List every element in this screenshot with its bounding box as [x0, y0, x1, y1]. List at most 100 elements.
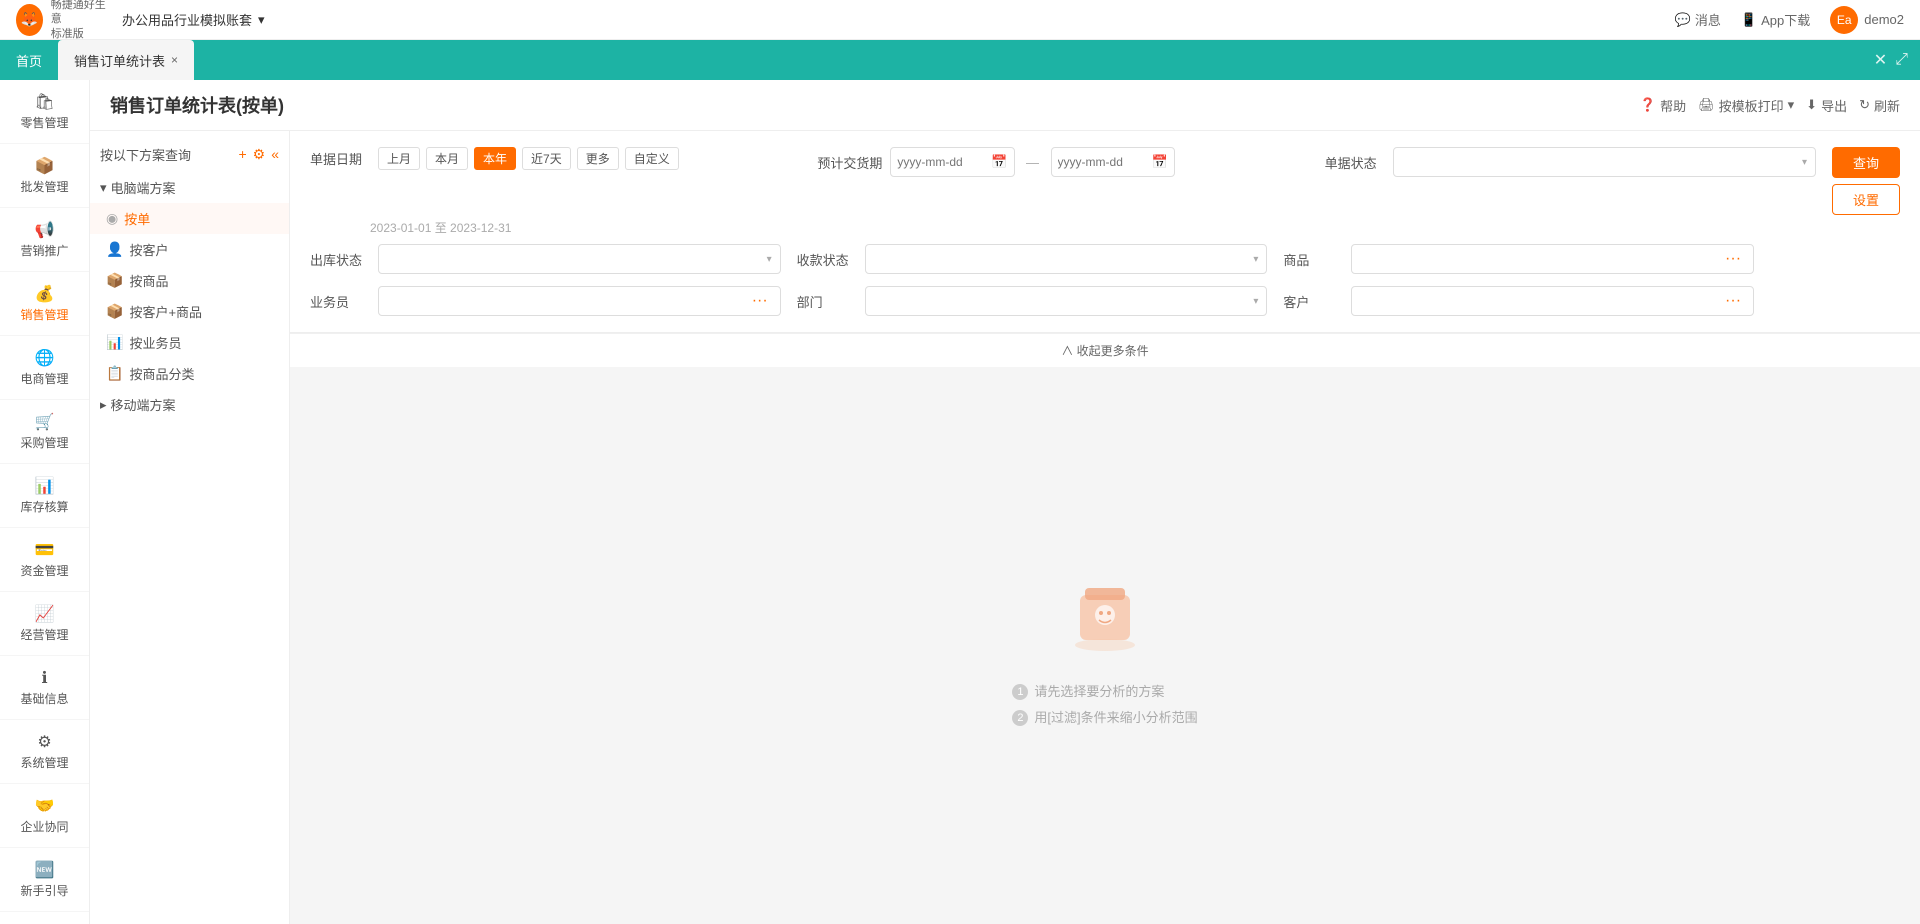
collapse-bar[interactable]: ∧ 收起更多条件 [290, 333, 1920, 367]
product-label: 商品 [1283, 250, 1343, 269]
logo-icon: 🦊 [16, 4, 43, 36]
search-button[interactable]: 查询 [1832, 147, 1900, 178]
mobile-scheme-group[interactable]: ▸ 移动端方案 [90, 389, 289, 420]
retail-icon: 🛍 [8, 92, 81, 112]
desktop-scheme-group[interactable]: ▾ 电脑端方案 [90, 172, 289, 203]
sidebar-item-enterprise[interactable]: 🤝 企业协同 [0, 784, 89, 848]
help-icon: ❓ [1640, 97, 1656, 113]
template-print-button[interactable]: 🖨 按模板打印 ▾ [1698, 96, 1794, 115]
date-range-hint: 2023-01-01 至 2023-12-31 [370, 221, 511, 235]
settings-scheme-button[interactable]: ⚙ [253, 146, 266, 163]
this-year-btn[interactable]: 本年 [474, 147, 516, 170]
left-panel-header: 按以下方案查询 + ⚙ « [90, 141, 289, 172]
sidebar-item-purchase[interactable]: 🛒 采购管理 [0, 400, 89, 464]
scheme-customer-icon: 👤 [106, 241, 123, 258]
right-panel: 单据日期 上月 本月 本年 近7天 更多 自定义 预计交货期 [290, 131, 1920, 924]
scheme-category-label: 按商品分类 [129, 364, 194, 383]
operations-icon: 📈 [8, 604, 81, 624]
refresh-button[interactable]: ↻ 刷新 [1859, 96, 1900, 115]
sidebar-item-retail[interactable]: 🛍 零售管理 [0, 80, 89, 144]
window-close-button[interactable]: ✕ [1874, 50, 1887, 70]
main-layout: 🛍 零售管理 📦 批发管理 📢 营销推广 💰 销售管理 🌐 电商管理 🛒 采购管… [0, 80, 1920, 924]
salesperson-label: 业务员 [310, 292, 370, 311]
sidebar-item-finance[interactable]: 💳 资金管理 [0, 528, 89, 592]
expected-date-end-input[interactable]: 📅 [1051, 147, 1175, 177]
scheme-category-icon: 📋 [106, 365, 123, 382]
marketing-icon: 📢 [8, 220, 81, 240]
settings-button[interactable]: 设置 [1832, 184, 1900, 215]
desktop-group-label: 电脑端方案 [111, 178, 176, 197]
sidebar-item-wholesale[interactable]: 📦 批发管理 [0, 144, 89, 208]
tab-close-icon[interactable]: × [171, 53, 178, 67]
sidebar-item-guide[interactable]: 🆕 新手引导 [0, 848, 89, 912]
window-maximize-button[interactable]: ⤢ [1895, 51, 1908, 69]
sidebar-item-apps[interactable]: 📱 应用中心 [0, 912, 89, 924]
purchase-icon: 🛒 [8, 412, 81, 432]
status-select[interactable]: ▾ [1393, 147, 1816, 177]
scheme-by-customer-product[interactable]: 📦 按客户+商品 [90, 296, 289, 327]
action-buttons: 查询 设置 [1832, 147, 1900, 215]
collapse-panel-button[interactable]: « [271, 146, 279, 163]
expected-date-label: 预计交货期 [817, 153, 882, 172]
tab-home[interactable]: 首页 [0, 40, 58, 80]
sidebar-item-inventory[interactable]: 📊 库存核算 [0, 464, 89, 528]
this-month-btn[interactable]: 本月 [426, 147, 468, 170]
export-button[interactable]: ⬇ 导出 [1806, 96, 1847, 115]
date-divider: — [1023, 155, 1043, 170]
sidebar-item-marketing[interactable]: 📢 营销推广 [0, 208, 89, 272]
app-download-button[interactable]: 📱 App下载 [1741, 10, 1810, 29]
sidebar: 🛍 零售管理 📦 批发管理 📢 营销推广 💰 销售管理 🌐 电商管理 🛒 采购管… [0, 80, 90, 924]
payment-status-label: 收款状态 [797, 250, 857, 269]
status-dropdown-icon: ▾ [1802, 157, 1807, 168]
basic-icon: ℹ [8, 668, 81, 688]
customer-label: 客户 [1283, 292, 1343, 311]
page-title: 销售订单统计表(按单) [110, 92, 284, 130]
sidebar-item-ecommerce[interactable]: 🌐 电商管理 [0, 336, 89, 400]
add-scheme-button[interactable]: + [238, 146, 246, 163]
calendar-end-icon: 📅 [1152, 154, 1168, 170]
tab-home-label: 首页 [16, 51, 42, 70]
system-icon: ⚙ [8, 732, 81, 752]
custom-dates-btn[interactable]: 自定义 [625, 147, 679, 170]
scheme-customer-label: 按客户 [129, 240, 168, 259]
left-panel-icons: + ⚙ « [238, 146, 279, 163]
sidebar-item-sales[interactable]: 💰 销售管理 [0, 272, 89, 336]
salesperson-more-icon[interactable]: ··· [748, 292, 772, 310]
message-button[interactable]: 💬 消息 [1675, 10, 1721, 29]
sidebar-item-operations[interactable]: 📈 经营管理 [0, 592, 89, 656]
payment-status-select[interactable]: ▾ [865, 244, 1268, 274]
tab-sales-order-stats[interactable]: 销售订单统计表 × [58, 40, 194, 80]
customer-select[interactable]: ··· [1351, 286, 1754, 316]
customer-more-icon[interactable]: ··· [1721, 292, 1745, 310]
logo-text: 畅捷通好生意 标准版 [51, 0, 106, 41]
delivery-status-label: 出库状态 [310, 250, 370, 269]
last-7-days-btn[interactable]: 近7天 [522, 147, 571, 170]
empty-illustration [1055, 560, 1155, 663]
calendar-start-icon: 📅 [991, 154, 1007, 170]
prev-month-btn[interactable]: 上月 [378, 147, 420, 170]
salesperson-select[interactable]: ··· [378, 286, 781, 316]
scheme-product-icon: 📦 [106, 272, 123, 289]
help-button[interactable]: ❓ 帮助 [1640, 96, 1686, 115]
scheme-by-order[interactable]: ◉ 按单 [90, 203, 289, 234]
scheme-by-salesperson[interactable]: 📊 按业务员 [90, 327, 289, 358]
user-menu-button[interactable]: Ea demo2 [1830, 6, 1904, 34]
delivery-status-select[interactable]: ▾ [378, 244, 781, 274]
filter-area: 单据日期 上月 本月 本年 近7天 更多 自定义 预计交货期 [290, 131, 1920, 333]
expected-date-start-input[interactable]: 📅 [890, 147, 1014, 177]
more-dates-btn[interactable]: 更多 [577, 147, 619, 170]
sidebar-item-system[interactable]: ⚙ 系统管理 [0, 720, 89, 784]
product-select[interactable]: ··· [1351, 244, 1754, 274]
sidebar-item-basic[interactable]: ℹ 基础信息 [0, 656, 89, 720]
inventory-icon: 📊 [8, 476, 81, 496]
page-actions: ❓ 帮助 🖨 按模板打印 ▾ ⬇ 导出 ↻ 刷新 [1640, 96, 1900, 127]
refresh-icon: ↻ [1859, 97, 1870, 113]
delivery-dropdown-icon: ▾ [767, 254, 772, 265]
scheme-by-product[interactable]: 📦 按商品 [90, 265, 289, 296]
scheme-by-category[interactable]: 📋 按商品分类 [90, 358, 289, 389]
department-select[interactable]: ▾ [865, 286, 1268, 316]
product-more-icon[interactable]: ··· [1721, 250, 1745, 268]
scheme-by-customer[interactable]: 👤 按客户 [90, 234, 289, 265]
content-area: 销售订单统计表(按单) ❓ 帮助 🖨 按模板打印 ▾ ⬇ 导出 ↻ 刷新 [90, 80, 1920, 924]
scheme-salesperson-icon: 📊 [106, 334, 123, 351]
